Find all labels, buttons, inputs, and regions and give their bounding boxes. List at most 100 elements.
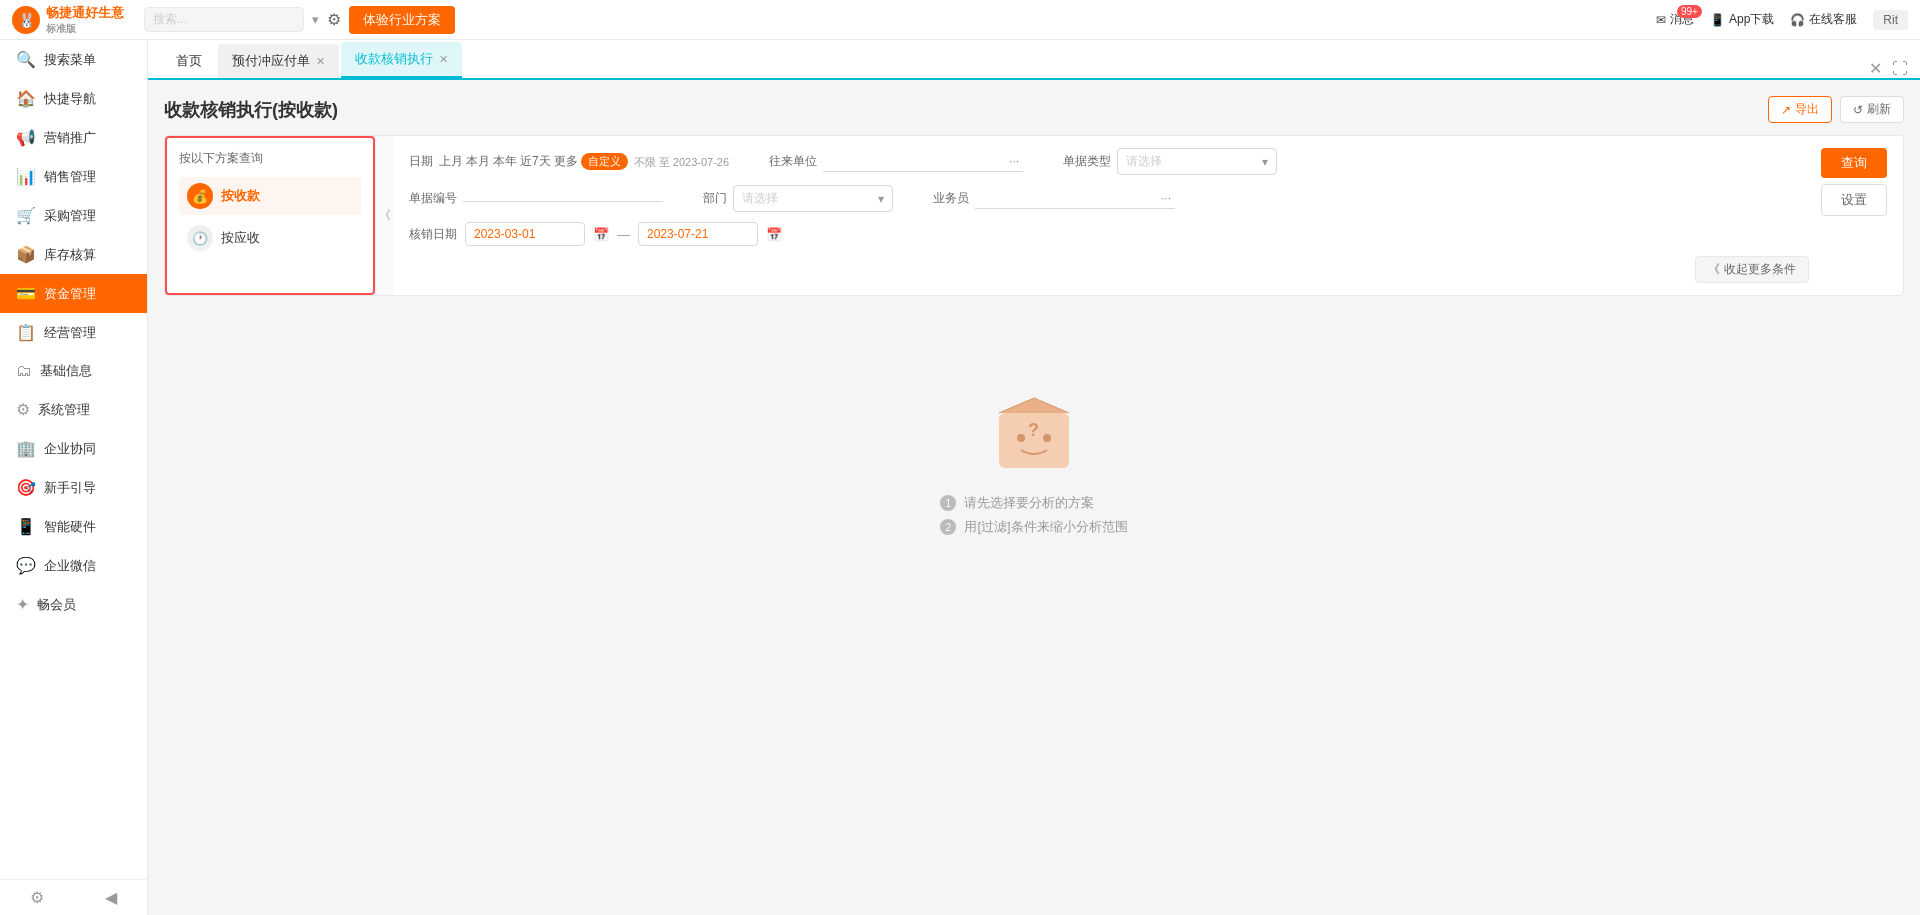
sidebar-label-cooperation: 企业协同: [44, 440, 96, 458]
tab-home[interactable]: 首页: [160, 44, 218, 78]
empty-state: ? 1 请先选择要分析的方案 2 用[过滤]条件来缩小分析范围: [164, 308, 1904, 576]
salesperson-input[interactable]: ···: [975, 188, 1175, 209]
tab-prepay[interactable]: 预付冲应付单 ✕: [218, 44, 339, 78]
sidebar-item-basic-info[interactable]: 🗂 基础信息: [0, 352, 147, 390]
sidebar-item-guide[interactable]: 🎯 新手引导: [0, 468, 147, 507]
tip-num-2: 2: [940, 519, 956, 535]
empty-tip-2-text: 用[过滤]条件来缩小分析范围: [964, 518, 1127, 536]
writeoff-cal-start[interactable]: 📅: [593, 227, 609, 242]
topbar-right: ✉ 消息 99+ 📱 App下载 🎧 在线客服 Rit: [1656, 10, 1908, 30]
voucher-no-input[interactable]: [463, 195, 663, 202]
sidebar-item-system[interactable]: ⚙ 系统管理: [0, 390, 147, 429]
sidebar-item-marketing[interactable]: 📢 营销推广: [0, 118, 147, 157]
app-download-label: App下载: [1729, 11, 1774, 28]
counterparty-input[interactable]: ···: [823, 151, 1023, 172]
date-tab-custom[interactable]: 自定义: [581, 153, 628, 170]
sidebar: 🔍 搜索菜单 🏠 快捷导航 📢 营销推广 📊 销售管理 🛒 采购管理 📦 库存核…: [0, 40, 148, 915]
writeoff-date-label: 核销日期: [409, 226, 457, 243]
writeoff-end-input[interactable]: [638, 222, 758, 246]
sidebar-item-inventory[interactable]: 📦 库存核算: [0, 235, 147, 274]
gear-icon[interactable]: ⚙: [327, 10, 341, 29]
voucher-type-chevron: ▾: [1262, 155, 1268, 169]
business-icon: 📋: [16, 323, 36, 342]
date-tab-more[interactable]: 更多: [554, 153, 578, 170]
filter-plan-panel: 按以下方案查询 💰 按收款 🕐 按应收: [165, 136, 375, 295]
voucher-type-select[interactable]: 请选择 ▾: [1117, 148, 1277, 175]
user-avatar[interactable]: Rit: [1873, 10, 1908, 30]
date-tab-this-month[interactable]: 本月: [466, 153, 490, 170]
marketing-icon: 📢: [16, 128, 36, 147]
query-button[interactable]: 查询: [1821, 148, 1887, 178]
sidebar-label-business: 经营管理: [44, 324, 96, 342]
tab-receipt-writeoff[interactable]: 收款核销执行 ✕: [341, 42, 462, 78]
sidebar-item-business[interactable]: 📋 经营管理: [0, 313, 147, 352]
sidebar-item-member[interactable]: ✦ 畅会员: [0, 585, 147, 624]
sidebar-label-sales: 销售管理: [44, 168, 96, 186]
sidebar-label-marketing: 营销推广: [44, 129, 96, 147]
filter-collapse-arrow[interactable]: 《: [375, 136, 393, 295]
sidebar-item-wechat[interactable]: 💬 企业微信: [0, 546, 147, 585]
sidebar-item-cooperation[interactable]: 🏢 企业协同: [0, 429, 147, 468]
filter-counterparty-field: 往来单位 ···: [769, 151, 1023, 172]
filter-option-receivable[interactable]: 🕐 按应收: [179, 219, 361, 257]
counterparty-more-icon[interactable]: ···: [1009, 154, 1019, 168]
page-title-bar: 收款核销执行(按收款) ↗ 导出 ↺ 刷新: [164, 96, 1904, 123]
date-tab-7days[interactable]: 近7天: [520, 153, 551, 170]
filter-fields: 日期 上月 本月 本年 近7天 更多 自定义: [409, 148, 1809, 283]
tab-expand-icon[interactable]: ⛶: [1892, 60, 1908, 78]
sidebar-item-hardware[interactable]: 📱 智能硬件: [0, 507, 147, 546]
filter-department-field: 部门 请选择 ▾: [703, 185, 893, 212]
tab-bar: 首页 预付冲应付单 ✕ 收款核销执行 ✕ ✕ ⛶: [148, 40, 1920, 80]
message-badge: 99+: [1677, 5, 1702, 18]
tab-bar-actions: ✕ ⛶: [1869, 59, 1908, 78]
voucher-type-placeholder: 请选择: [1126, 153, 1162, 170]
date-tab-this-year[interactable]: 本年: [493, 153, 517, 170]
tab-receipt-writeoff-close[interactable]: ✕: [439, 53, 448, 66]
sidebar-item-search[interactable]: 🔍 搜索菜单: [0, 40, 147, 79]
salesperson-more-icon[interactable]: ···: [1161, 191, 1171, 205]
sidebar-label-finance: 资金管理: [44, 285, 96, 303]
finance-icon: 💳: [16, 284, 36, 303]
svg-marker-1: [999, 398, 1069, 413]
solution-button[interactable]: 体验行业方案: [349, 6, 455, 34]
sidebar-label-quick-nav: 快捷导航: [44, 90, 96, 108]
dept-chevron: ▾: [878, 192, 884, 206]
page-content: 收款核销执行(按收款) ↗ 导出 ↺ 刷新 按以下方案查询: [148, 80, 1920, 915]
search-icon: 🔍: [16, 50, 36, 69]
collapse-more-button[interactable]: 《 收起更多条件: [1695, 256, 1809, 283]
writeoff-cal-end[interactable]: 📅: [766, 227, 782, 242]
dropdown-icon[interactable]: ▾: [312, 12, 319, 27]
member-icon: ✦: [16, 595, 29, 614]
empty-tip-2: 2 用[过滤]条件来缩小分析范围: [940, 518, 1127, 536]
sidebar-settings-icon[interactable]: ⚙: [30, 888, 44, 907]
tab-prepay-close[interactable]: ✕: [316, 55, 325, 68]
sidebar-item-sales[interactable]: 📊 销售管理: [0, 157, 147, 196]
sidebar-item-purchase[interactable]: 🛒 采购管理: [0, 196, 147, 235]
online-service-item[interactable]: 🎧 在线客服: [1790, 11, 1857, 28]
wechat-icon: 💬: [16, 556, 36, 575]
app-download-item[interactable]: 📱 App下载: [1710, 11, 1774, 28]
empty-tip-1: 1 请先选择要分析的方案: [940, 494, 1127, 512]
sidebar-label-hardware: 智能硬件: [44, 518, 96, 536]
writeoff-start-input[interactable]: [465, 222, 585, 246]
sidebar-bottom-bar: ⚙ ◀: [0, 880, 147, 915]
sidebar-collapse-icon[interactable]: ◀: [105, 888, 117, 907]
sidebar-item-quick-nav[interactable]: 🏠 快捷导航: [0, 79, 147, 118]
search-box[interactable]: 搜索...: [144, 7, 304, 32]
filter-receipt-label: 按收款: [221, 187, 260, 205]
filter-option-receipt[interactable]: 💰 按收款: [179, 177, 361, 215]
department-select[interactable]: 请选择 ▾: [733, 185, 893, 212]
tab-close-all-icon[interactable]: ✕: [1869, 59, 1882, 78]
tab-prepay-label: 预付冲应付单: [232, 52, 310, 70]
refresh-button[interactable]: ↺ 刷新: [1840, 96, 1904, 123]
filter-receipt-icon: 💰: [187, 183, 213, 209]
message-item[interactable]: ✉ 消息 99+: [1656, 11, 1694, 28]
export-button[interactable]: ↗ 导出: [1768, 96, 1832, 123]
empty-illustration: ?: [974, 368, 1094, 478]
empty-svg: ?: [974, 368, 1094, 478]
date-tab-last-month[interactable]: 上月: [439, 153, 463, 170]
setting-button[interactable]: 设置: [1821, 184, 1887, 216]
main-layout: 🔍 搜索菜单 🏠 快捷导航 📢 营销推广 📊 销售管理 🛒 采购管理 📦 库存核…: [0, 40, 1920, 915]
sidebar-item-finance[interactable]: 💳 资金管理: [0, 274, 147, 313]
sidebar-bottom: ⚙ ◀: [0, 879, 147, 915]
